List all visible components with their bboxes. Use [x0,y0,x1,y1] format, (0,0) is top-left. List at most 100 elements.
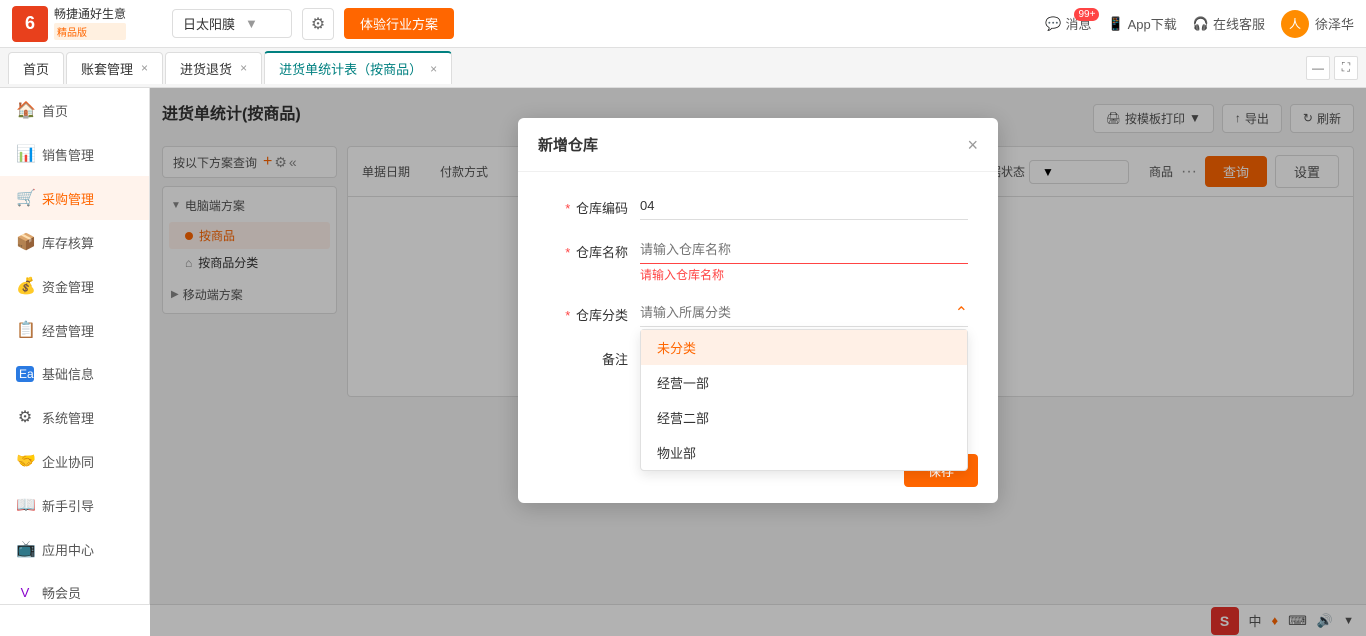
warehouse-code-label: * 仓库编码 [548,192,628,217]
warehouse-name-field: 请输入仓库名称 [640,236,968,283]
basics-icon: Ea [16,366,34,382]
tab-close-icon[interactable]: × [430,62,437,76]
sidebar-item-sales[interactable]: 📊 销售管理 [0,132,149,176]
logo-text-block: 畅捷通好生意 精品版 [54,7,126,40]
content-area: 进货单统计(按商品) 🖨 按模板打印 ▼ ↑ 导出 ↻ 刷新 [150,88,1366,636]
system-icon: ⚙ [16,407,34,427]
guide-icon: 📖 [16,495,34,515]
sidebar-label: 新手引导 [42,496,94,515]
app-logo-icon: 6 [12,6,48,42]
sidebar-label: 企业协同 [42,452,94,471]
required-star: * [565,308,570,323]
tab-label: 进货单统计表（按商品） [279,59,422,78]
inventory-icon: 📦 [16,232,34,252]
message-badge: 99+ [1074,8,1099,21]
tab-actions: — ⛶ [1306,56,1358,80]
message-button[interactable]: 💬 消息 99+ [1045,14,1091,33]
required-star: * [565,201,570,216]
dropdown-item-property[interactable]: 物业部 [641,435,967,470]
sidebar-label: 畅会员 [42,583,81,602]
category-dropdown-arrow-icon[interactable]: ⌃ [955,303,968,323]
operations-icon: 📋 [16,320,34,340]
sidebar-label: 资金管理 [42,277,94,296]
warehouse-name-label: * 仓库名称 [548,236,628,261]
user-icon: 人 [1289,15,1301,32]
purchase-icon: 🛒 [16,188,34,208]
finance-icon: 💰 [16,276,34,296]
sidebar-item-finance[interactable]: 💰 资金管理 [0,264,149,308]
warehouse-category-input[interactable] [640,299,968,327]
category-select-wrapper: ⌃ [640,299,968,327]
settings-gear-button[interactable]: ⚙ [302,8,334,40]
tab-label: 进货退货 [180,59,232,78]
warehouse-category-label: * 仓库分类 [548,299,628,324]
tab-purchase-stats[interactable]: 进货单统计表（按商品） × [264,51,452,84]
sidebar-item-home[interactable]: 🏠 首页 [0,88,149,132]
gear-icon: ⚙ [311,14,325,34]
main-layout: 🏠 首页 📊 销售管理 🛒 采购管理 📦 库存核算 💰 资金管理 📋 经营管理 … [0,88,1366,636]
user-menu[interactable]: 人 徐泽华 [1281,10,1354,38]
modal-title: 新增仓库 [538,134,967,155]
message-icon: 💬 [1045,16,1061,32]
dropdown-item-dept2[interactable]: 经营二部 [641,400,967,435]
home-icon: 🏠 [16,100,34,120]
tab-homepage[interactable]: 首页 [8,52,64,84]
form-row-warehouse-code: * 仓库编码 [548,192,968,220]
top-header: 6 畅捷通好生意 精品版 日太阳膜 ▼ ⚙ 体验行业方案 💬 消息 99+ 📱 … [0,0,1366,48]
modal-body: * 仓库编码 * 仓库名称 [518,172,998,442]
tab-bar: 首页 账套管理 × 进货退货 × 进货单统计表（按商品） × — ⛶ [0,48,1366,88]
sidebar-label: 经营管理 [42,321,94,340]
logo-area: 6 畅捷通好生意 精品版 [12,6,162,42]
sidebar-item-apps[interactable]: 📺 应用中心 [0,527,149,571]
sidebar-label: 库存核算 [42,233,94,252]
modal-header: 新增仓库 × [518,118,998,172]
tab-expand-button[interactable]: ⛶ [1334,56,1358,80]
header-right: 💬 消息 99+ 📱 App下载 🎧 在线客服 人 徐泽华 [1045,10,1354,38]
warehouse-category-field: ⌃ 未分类 经营一部 经营二部 物业部 [640,299,968,327]
sales-icon: 📊 [16,144,34,164]
tab-minimize-button[interactable]: — [1306,56,1330,80]
sidebar-item-purchase[interactable]: 🛒 采购管理 [0,176,149,220]
sidebar-item-inventory[interactable]: 📦 库存核算 [0,220,149,264]
sidebar-label: 系统管理 [42,408,94,427]
app-tag: 精品版 [54,23,126,40]
dropdown-item-uncategorized[interactable]: 未分类 [641,330,967,365]
store-name: 日太阳膜 [183,14,235,33]
app-download-label: App下载 [1128,14,1177,33]
sidebar-item-operations[interactable]: 📋 经营管理 [0,308,149,352]
member-icon: V [16,585,34,600]
app-download-button[interactable]: 📱 App下载 [1107,14,1176,33]
sidebar-label: 采购管理 [42,189,94,208]
form-row-warehouse-category: * 仓库分类 ⌃ 未分类 经营一部 经 [548,299,968,327]
tab-close-icon[interactable]: × [141,61,148,75]
dropdown-item-dept1[interactable]: 经营一部 [641,365,967,400]
enterprise-icon: 🤝 [16,451,34,471]
headset-icon: 🎧 [1193,16,1209,32]
user-avatar: 人 [1281,10,1309,38]
sidebar: 🏠 首页 📊 销售管理 🛒 采购管理 📦 库存核算 💰 资金管理 📋 经营管理 … [0,88,150,636]
sidebar-item-system[interactable]: ⚙ 系统管理 [0,395,149,439]
tab-label: 账套管理 [81,59,133,78]
modal-overlay: 新增仓库 × * 仓库编码 [150,88,1366,636]
warehouse-code-input[interactable] [640,192,968,220]
sidebar-item-enterprise[interactable]: 🤝 企业协同 [0,439,149,483]
tab-purchase-return[interactable]: 进货退货 × [165,52,262,84]
trial-button[interactable]: 体验行业方案 [344,8,454,39]
sidebar-item-guide[interactable]: 📖 新手引导 [0,483,149,527]
sidebar-label: 首页 [42,101,68,120]
app-name: 畅捷通好生意 [54,7,126,23]
sidebar-label: 销售管理 [42,145,94,164]
tab-close-icon[interactable]: × [240,61,247,75]
new-warehouse-modal: 新增仓库 × * 仓库编码 [518,118,998,503]
tab-account[interactable]: 账套管理 × [66,52,163,84]
warehouse-code-field [640,192,968,220]
modal-close-button[interactable]: × [967,136,978,154]
online-service-button[interactable]: 🎧 在线客服 [1193,14,1265,33]
tab-label: 首页 [23,59,49,78]
app-download-icon: 📱 [1107,16,1123,32]
sidebar-label: 应用中心 [42,540,94,559]
warehouse-name-error: 请输入仓库名称 [640,266,968,283]
sidebar-item-basics[interactable]: Ea 基础信息 [0,352,149,395]
store-selector[interactable]: 日太阳膜 ▼ [172,9,292,38]
warehouse-name-input[interactable] [640,236,968,264]
